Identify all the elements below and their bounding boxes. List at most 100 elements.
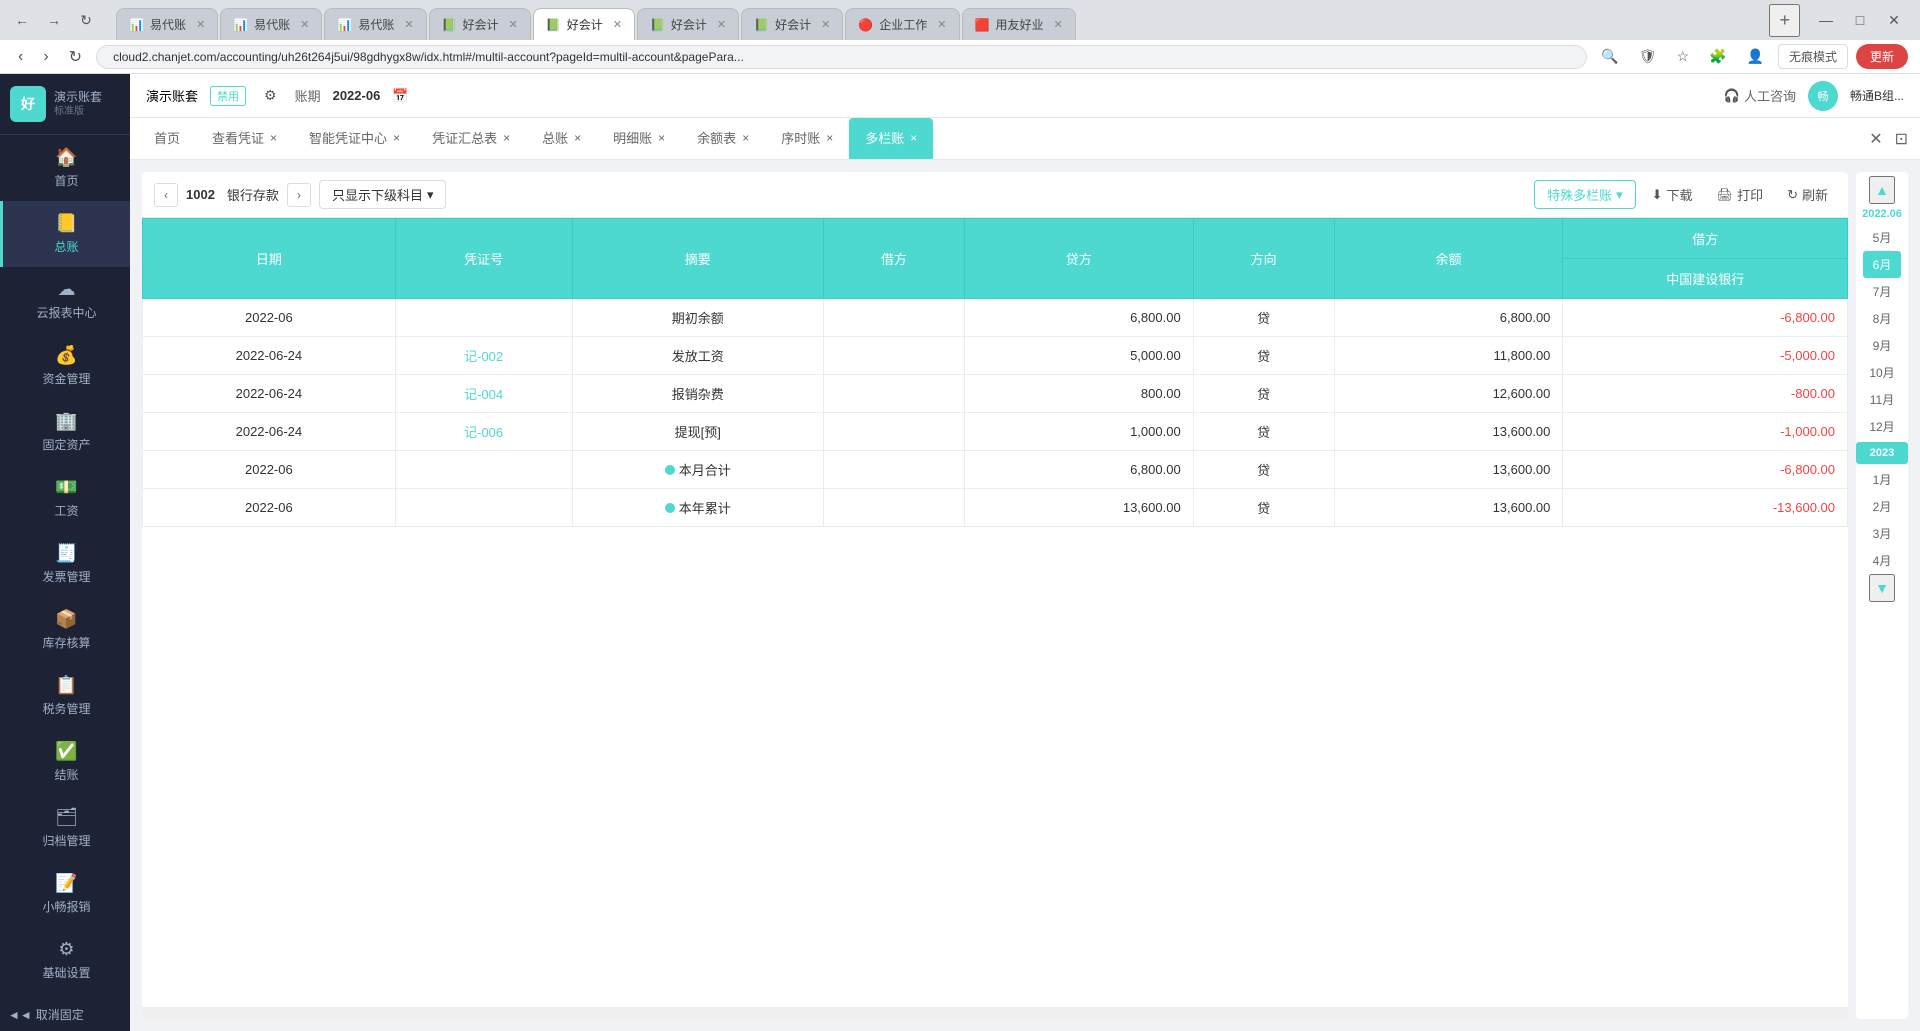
timeline-month-2023-3月[interactable]: 3月 bbox=[1867, 520, 1898, 547]
col-date: 日期 bbox=[143, 219, 396, 299]
browser-tab[interactable]: 🟥用友好业✕ bbox=[962, 8, 1076, 40]
sidebar-item-云报表中心[interactable]: ☁云报表中心 bbox=[0, 267, 130, 333]
sidebar-item-基础设置[interactable]: ⚙基础设置 bbox=[0, 927, 130, 993]
sidebar-item-工资[interactable]: 💵工资 bbox=[0, 465, 130, 531]
browser-tab[interactable]: 📊易代账✕ bbox=[324, 8, 426, 40]
download-button[interactable]: ⬇ 下载 bbox=[1644, 181, 1701, 208]
sidebar-item-归档管理[interactable]: 🗂归档管理 bbox=[0, 795, 130, 861]
browser-tab[interactable]: 🔴企业工作✕ bbox=[845, 8, 959, 40]
account-name: 银行存款 bbox=[227, 185, 279, 204]
timeline-months: 5月6月7月8月9月10月11月12月 bbox=[1863, 224, 1900, 440]
app-header: 演示账套 禁用 ⚙ 账期 2022-06 📅 🎧 人工咨询 畅 畅通B组... bbox=[130, 74, 1920, 118]
close-button[interactable]: ✕ bbox=[1880, 6, 1908, 34]
profile-icon[interactable]: 👤 bbox=[1741, 46, 1770, 67]
refresh-button[interactable]: ↻ 刷新 bbox=[1779, 181, 1836, 208]
browser-tab[interactable]: 📊易代账✕ bbox=[220, 8, 322, 40]
timeline-month-11月[interactable]: 11月 bbox=[1863, 386, 1900, 413]
browser-tab[interactable]: 📗好会计✕ bbox=[533, 8, 635, 40]
timeline-month-5月[interactable]: 5月 bbox=[1863, 224, 1900, 251]
prev-account-button[interactable]: ‹ bbox=[154, 183, 178, 207]
page-tab-多栏账[interactable]: 多栏账× bbox=[849, 118, 933, 159]
timeline-month-2023-2月[interactable]: 2月 bbox=[1867, 493, 1898, 520]
sidebar-item-结账[interactable]: ✅结账 bbox=[0, 729, 130, 795]
timeline-month-2023-4月[interactable]: 4月 bbox=[1867, 547, 1898, 574]
timeline-month-2023-1月[interactable]: 1月 bbox=[1867, 466, 1898, 493]
timeline-panel: ▲ 2022.06 5月6月7月8月9月10月11月12月 2023 1月2月3… bbox=[1856, 172, 1908, 1019]
minimize-button[interactable]: — bbox=[1812, 6, 1840, 34]
page-tab-首页[interactable]: 首页 bbox=[138, 118, 196, 159]
col-extra-debit: 借方 bbox=[1563, 219, 1848, 259]
sidebar-item-小畅报销[interactable]: 📝小畅报销 bbox=[0, 861, 130, 927]
page-tab-序时账[interactable]: 序时账× bbox=[765, 118, 849, 159]
nav-back[interactable]: ‹ bbox=[12, 46, 29, 68]
nav-reload[interactable]: ↻ bbox=[63, 45, 88, 69]
expand-button[interactable]: ⊡ bbox=[1891, 125, 1912, 153]
chevron-down-icon: ▾ bbox=[427, 187, 434, 203]
demo-label: 演示账套 bbox=[146, 86, 198, 105]
reload-button[interactable]: ↻ bbox=[72, 6, 100, 34]
special-multicolumn-button[interactable]: 特殊多栏账 ▾ bbox=[1534, 180, 1636, 209]
url-bar[interactable]: cloud2.chanjet.com/accounting/uh26t264j5… bbox=[96, 45, 1587, 69]
forward-button[interactable]: → bbox=[40, 6, 68, 34]
maximize-button[interactable]: □ bbox=[1846, 6, 1874, 34]
timeline-month-7月[interactable]: 7月 bbox=[1863, 278, 1900, 305]
collapse-button[interactable]: ◄◄ 取消固定 bbox=[0, 998, 130, 1031]
print-button[interactable]: 🖨 打印 bbox=[1709, 181, 1772, 208]
nav-forward[interactable]: › bbox=[37, 46, 54, 68]
ai-consult-button[interactable]: 🎧 人工咨询 bbox=[1724, 86, 1796, 105]
page-tab-nav: 首页查看凭证×智能凭证中心×凭证汇总表×总账×明细账×余额表×序时账×多栏账× ✕… bbox=[130, 118, 1920, 160]
browser-tab[interactable]: 📗好会计✕ bbox=[637, 8, 739, 40]
horizontal-scrollbar[interactable] bbox=[142, 1007, 1848, 1019]
extension-icon[interactable]: 🧩 bbox=[1703, 46, 1732, 67]
col-debit: 借方 bbox=[823, 219, 964, 299]
shield-icon[interactable]: 🛡 bbox=[1633, 46, 1663, 67]
next-account-button[interactable]: › bbox=[287, 183, 311, 207]
main-content: 演示账套 禁用 ⚙ 账期 2022-06 📅 🎧 人工咨询 畅 畅通B组... … bbox=[130, 74, 1920, 1031]
timeline-months-2023: 1月2月3月4月 bbox=[1867, 466, 1898, 574]
wuhen-button[interactable]: 无痕模式 bbox=[1778, 44, 1848, 69]
settings-icon[interactable]: ⚙ bbox=[258, 85, 283, 106]
table-row: 2022-06-24 记-004 报销杂费 800.00 贷 12,600.00… bbox=[143, 375, 1848, 413]
timeline-scroll-down[interactable]: ▼ bbox=[1869, 574, 1895, 602]
browser-tab[interactable]: 📗好会计✕ bbox=[429, 8, 531, 40]
year-2022-label: 2022.06 bbox=[1860, 204, 1904, 224]
page-tab-明细账[interactable]: 明细账× bbox=[597, 118, 681, 159]
page-tab-余额表[interactable]: 余额表× bbox=[681, 118, 765, 159]
page-tab-凭证汇总表[interactable]: 凭证汇总表× bbox=[416, 118, 526, 159]
new-tab-button[interactable]: + bbox=[1769, 4, 1800, 37]
search-icon[interactable]: 🔍 bbox=[1595, 46, 1624, 67]
filter-button[interactable]: 只显示下级科目 ▾ bbox=[319, 180, 447, 209]
sidebar-item-税务管理[interactable]: 📋税务管理 bbox=[0, 663, 130, 729]
back-button[interactable]: ← bbox=[8, 6, 36, 34]
timeline-scroll-up[interactable]: ▲ bbox=[1869, 176, 1895, 204]
user-name: 畅通B组... bbox=[1850, 87, 1904, 104]
timeline-month-8月[interactable]: 8月 bbox=[1863, 305, 1900, 332]
page-tab-查看凭证[interactable]: 查看凭证× bbox=[196, 118, 293, 159]
sidebar-logo: 好 演示账套 标准版 bbox=[0, 74, 130, 135]
browser-tab[interactable]: 📊易代账✕ bbox=[116, 8, 218, 40]
sidebar-item-发票管理[interactable]: 🧾发票管理 bbox=[0, 531, 130, 597]
sidebar-item-总账[interactable]: 📒总账 bbox=[0, 201, 130, 267]
page-tab-智能凭证中心[interactable]: 智能凭证中心× bbox=[293, 118, 416, 159]
sidebar-item-首页[interactable]: 🏠首页 bbox=[0, 135, 130, 201]
sidebar-item-资金管理[interactable]: 💰资金管理 bbox=[0, 333, 130, 399]
update-button[interactable]: 更新 bbox=[1856, 44, 1908, 69]
timeline-month-6月[interactable]: 6月 bbox=[1863, 251, 1900, 278]
star-icon[interactable]: ☆ bbox=[1671, 46, 1696, 67]
chevron-down-icon: ▾ bbox=[1616, 187, 1623, 203]
close-panel-button[interactable]: ✕ bbox=[1865, 125, 1886, 153]
calendar-icon[interactable]: 📅 bbox=[392, 88, 408, 104]
timeline-month-10月[interactable]: 10月 bbox=[1863, 359, 1900, 386]
content-area: ‹ 1002 银行存款 › 只显示下级科目 ▾ 特殊多栏账 ▾ bbox=[130, 160, 1920, 1031]
sidebar-nav: 🏠首页📒总账☁云报表中心💰资金管理🏢固定资产💵工资🧾发票管理📦库存核算📋税务管理… bbox=[0, 135, 130, 998]
sidebar-item-库存核算[interactable]: 📦库存核算 bbox=[0, 597, 130, 663]
timeline-month-12月[interactable]: 12月 bbox=[1863, 413, 1900, 440]
ledger-toolbar: ‹ 1002 银行存款 › 只显示下级科目 ▾ 特殊多栏账 ▾ bbox=[142, 172, 1848, 218]
browser-tab[interactable]: 📗好会计✕ bbox=[741, 8, 843, 40]
timeline-month-9月[interactable]: 9月 bbox=[1863, 332, 1900, 359]
sidebar-item-固定资产[interactable]: 🏢固定资产 bbox=[0, 399, 130, 465]
print-icon: 🖨 bbox=[1717, 187, 1734, 203]
headphone-icon: 🎧 bbox=[1724, 88, 1740, 104]
page-tab-总账[interactable]: 总账× bbox=[526, 118, 597, 159]
col-credit: 贷方 bbox=[964, 219, 1193, 299]
